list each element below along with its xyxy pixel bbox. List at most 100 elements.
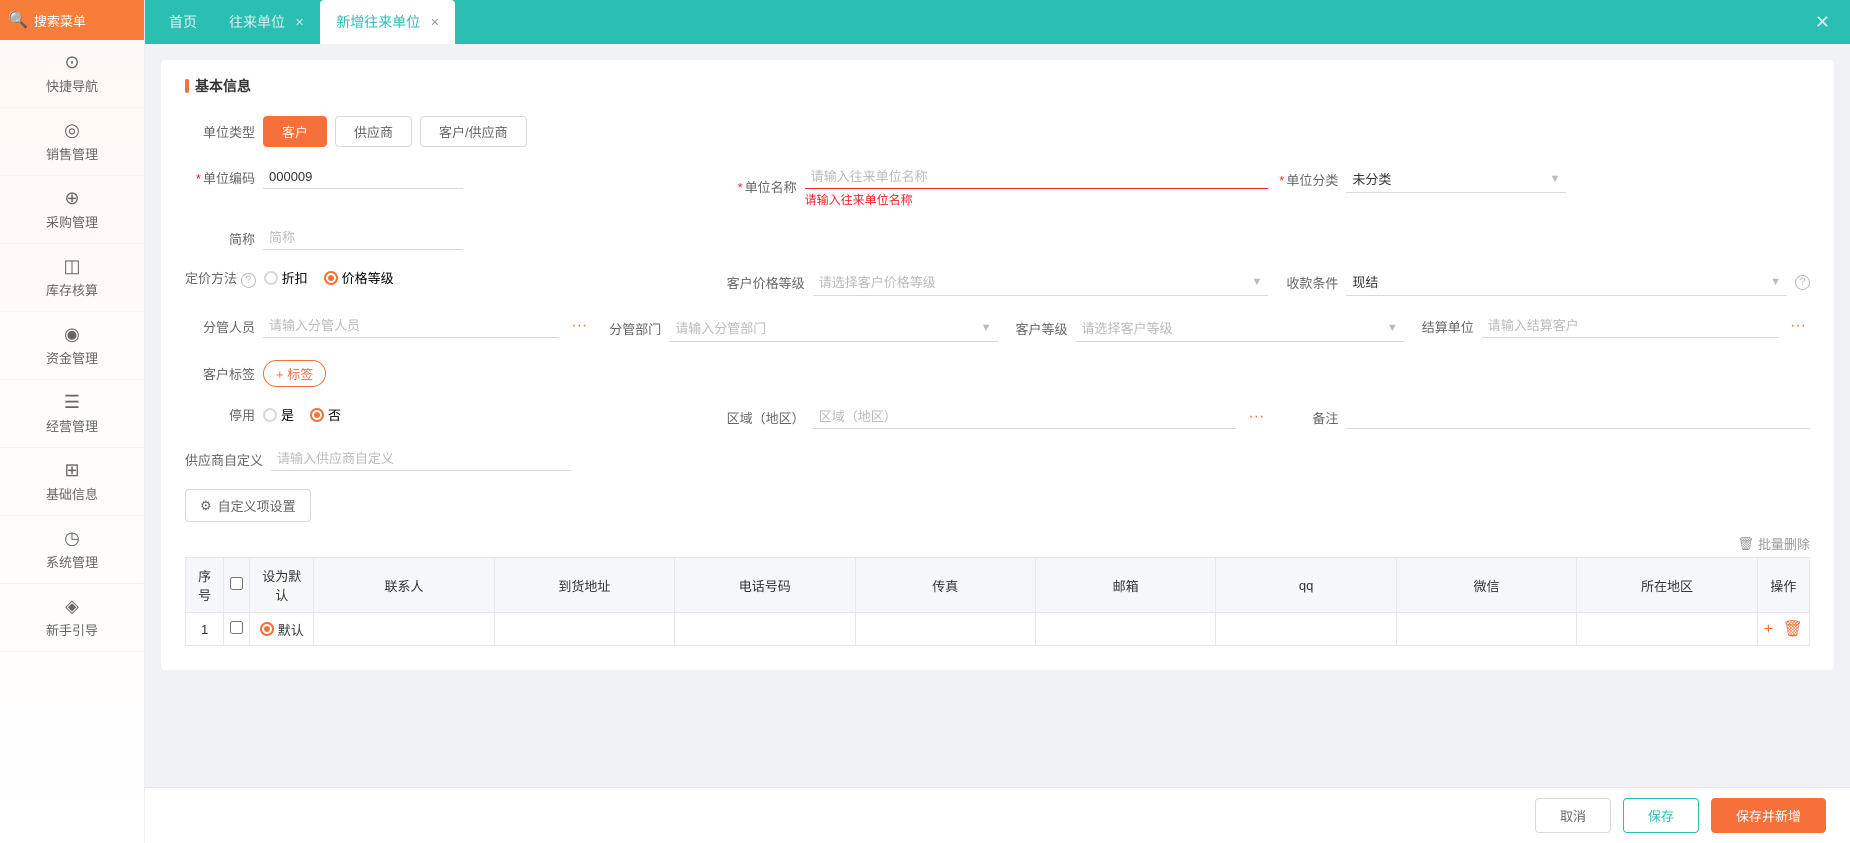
tag-row: 客户标签 + 标签 <box>185 360 1810 387</box>
remark-input[interactable] <box>1346 405 1810 429</box>
tab-new-partner-close[interactable]: ✕ <box>430 16 439 29</box>
payment-terms-label: 收款条件 <box>1268 273 1338 292</box>
sidebar-item-system[interactable]: ◷ 系统管理 <box>0 516 144 584</box>
save-new-button[interactable]: 保存并新增 <box>1711 798 1826 833</box>
unit-code-input[interactable] <box>263 165 463 189</box>
add-tag-button[interactable]: + 标签 <box>263 360 326 387</box>
del-row-button[interactable]: 🗑 <box>1783 621 1803 638</box>
unit-category-select[interactable]: 未分类 ▼ <box>1346 165 1566 193</box>
row-contact-input[interactable] <box>320 622 487 637</box>
disabled-yes-option[interactable]: 是 <box>263 405 294 424</box>
pricing-radio-group: 折扣 价格等级 <box>264 268 394 287</box>
inventory-icon: ◫ <box>63 256 80 277</box>
row-seq: 1 <box>186 613 224 646</box>
pricing-method-label: 定价方法 ? <box>185 268 256 288</box>
row-checkbox-cell <box>224 613 250 646</box>
customer-level-select[interactable]: 请选择客户等级 ▼ <box>1076 314 1404 342</box>
col-region: 所在地区 <box>1577 558 1757 613</box>
sidebar-item-guide[interactable]: ◈ 新手引导 <box>0 584 144 652</box>
pricing-method-field: 定价方法 ? 折扣 价格等级 <box>185 268 727 288</box>
department-select[interactable]: 请输入分管部门 ▼ <box>669 314 997 342</box>
bulk-delete-label[interactable]: 批量删除 <box>1758 534 1810 553</box>
supplier-custom-input[interactable] <box>271 447 571 471</box>
department-field: 分管部门 请输入分管部门 ▼ <box>591 314 997 342</box>
unit-category-field: *单位分类 未分类 ▼ <box>1268 165 1810 193</box>
unit-btn-both[interactable]: 客户/供应商 <box>420 116 527 147</box>
unit-name-input[interactable] <box>805 165 1269 189</box>
payment-terms-select[interactable]: 现结 ▼ <box>1346 268 1787 296</box>
row-contact[interactable] <box>314 613 494 646</box>
col-email: 邮箱 <box>1035 558 1215 613</box>
department-label: 分管部门 <box>591 319 661 338</box>
region-label: 区域（地区） <box>727 408 805 427</box>
search-menu-item[interactable]: 🔍 搜索菜单 <box>0 0 144 40</box>
payment-help-icon[interactable]: ? <box>1795 275 1810 290</box>
sidebar-item-basic[interactable]: ⊞ 基础信息 <box>0 448 144 516</box>
pricing-level-radio <box>324 271 338 285</box>
row-email-input[interactable] <box>1042 622 1209 637</box>
save-button[interactable]: 保存 <box>1623 798 1699 833</box>
manager-field: 分管人员 ··· <box>185 314 591 338</box>
quick-nav-icon: ⊙ <box>64 52 79 73</box>
unit-btn-customer[interactable]: 客户 <box>263 116 327 147</box>
row-address-input[interactable] <box>501 622 668 637</box>
row-address[interactable] <box>494 613 674 646</box>
select-all-checkbox[interactable] <box>230 577 243 590</box>
pricing-discount-option[interactable]: 折扣 <box>264 268 308 287</box>
pricing-row: 定价方法 ? 折扣 价格等级 客户 <box>185 268 1810 296</box>
customer-price-select[interactable]: 请选择客户价格等级 ▼ <box>813 268 1269 296</box>
sidebar: 🔍 搜索菜单 ⊙ 快捷导航 ◎ 销售管理 ⊕ 采购管理 ◫ 库存核算 ◉ 资金管… <box>0 0 145 843</box>
tab-partners-close[interactable]: ✕ <box>295 16 304 29</box>
row-fax-input[interactable] <box>862 622 1029 637</box>
unit-btn-supplier[interactable]: 供应商 <box>335 116 412 147</box>
custom-settings-button[interactable]: ⚙ 自定义项设置 <box>185 489 311 522</box>
bulk-delete-area: 🗑 批量删除 <box>185 534 1810 553</box>
cancel-button[interactable]: 取消 <box>1535 798 1611 833</box>
row-qq-input[interactable] <box>1222 622 1390 637</box>
row-fax[interactable] <box>855 613 1035 646</box>
unit-type-row: 单位类型 客户 供应商 客户/供应商 <box>185 116 1810 147</box>
contacts-table: 序号 设为默认 联系人 到货地址 电话号码 传真 邮箱 qq 微信 所在地区 <box>185 557 1810 646</box>
manager-label: 分管人员 <box>185 317 255 336</box>
sidebar-item-quick-nav[interactable]: ⊙ 快捷导航 <box>0 40 144 108</box>
short-name-input[interactable] <box>263 226 463 250</box>
row-email[interactable] <box>1035 613 1215 646</box>
row-default-radio-item[interactable]: 默认 <box>260 620 304 639</box>
tag-label: 客户标签 <box>185 364 255 383</box>
unit-type-buttons: 客户 供应商 客户/供应商 <box>263 116 527 147</box>
settlement-input[interactable] <box>1482 314 1778 338</box>
sidebar-item-operations[interactable]: ☰ 经营管理 <box>0 380 144 448</box>
purchase-icon: ⊕ <box>64 188 79 209</box>
short-name-row: 简称 <box>185 226 1810 250</box>
sidebar-item-sales[interactable]: ◎ 销售管理 <box>0 108 144 176</box>
manager-input[interactable] <box>263 314 559 338</box>
row-wechat[interactable] <box>1396 613 1576 646</box>
row-phone[interactable] <box>675 613 855 646</box>
tab-partners[interactable]: 往来单位 ✕ <box>213 0 320 44</box>
tab-new-partner[interactable]: 新增往来单位 ✕ <box>320 0 455 44</box>
row-wechat-input[interactable] <box>1403 622 1570 637</box>
row-region-input[interactable] <box>1583 622 1750 637</box>
row-checkbox[interactable] <box>230 621 243 634</box>
region-more-icon[interactable]: ··· <box>1244 408 1268 426</box>
col-fax: 传真 <box>855 558 1035 613</box>
sidebar-item-finance[interactable]: ◉ 资金管理 <box>0 312 144 380</box>
payment-terms-field: 收款条件 现结 ▼ ? <box>1268 268 1810 296</box>
pricing-help-icon[interactable]: ? <box>241 273 256 288</box>
add-row-button[interactable]: + <box>1764 621 1773 638</box>
row-qq[interactable] <box>1216 613 1397 646</box>
row-region[interactable] <box>1577 613 1757 646</box>
sidebar-item-inventory[interactable]: ◫ 库存核算 <box>0 244 144 312</box>
disabled-no-option[interactable]: 否 <box>310 405 341 424</box>
close-all-tabs[interactable]: ✕ <box>1803 12 1842 33</box>
department-chevron-icon: ▼ <box>981 322 992 334</box>
pricing-level-option[interactable]: 价格等级 <box>324 268 394 287</box>
sidebar-item-purchase[interactable]: ⊕ 采购管理 <box>0 176 144 244</box>
row-phone-input[interactable] <box>681 622 848 637</box>
tab-home[interactable]: 首页 <box>153 0 213 44</box>
manager-more-icon[interactable]: ··· <box>567 317 591 335</box>
supplier-custom-field: 供应商自定义 <box>185 447 1810 471</box>
region-input[interactable] <box>813 405 1237 429</box>
system-icon: ◷ <box>64 528 80 549</box>
settlement-more-icon[interactable]: ··· <box>1786 317 1810 335</box>
